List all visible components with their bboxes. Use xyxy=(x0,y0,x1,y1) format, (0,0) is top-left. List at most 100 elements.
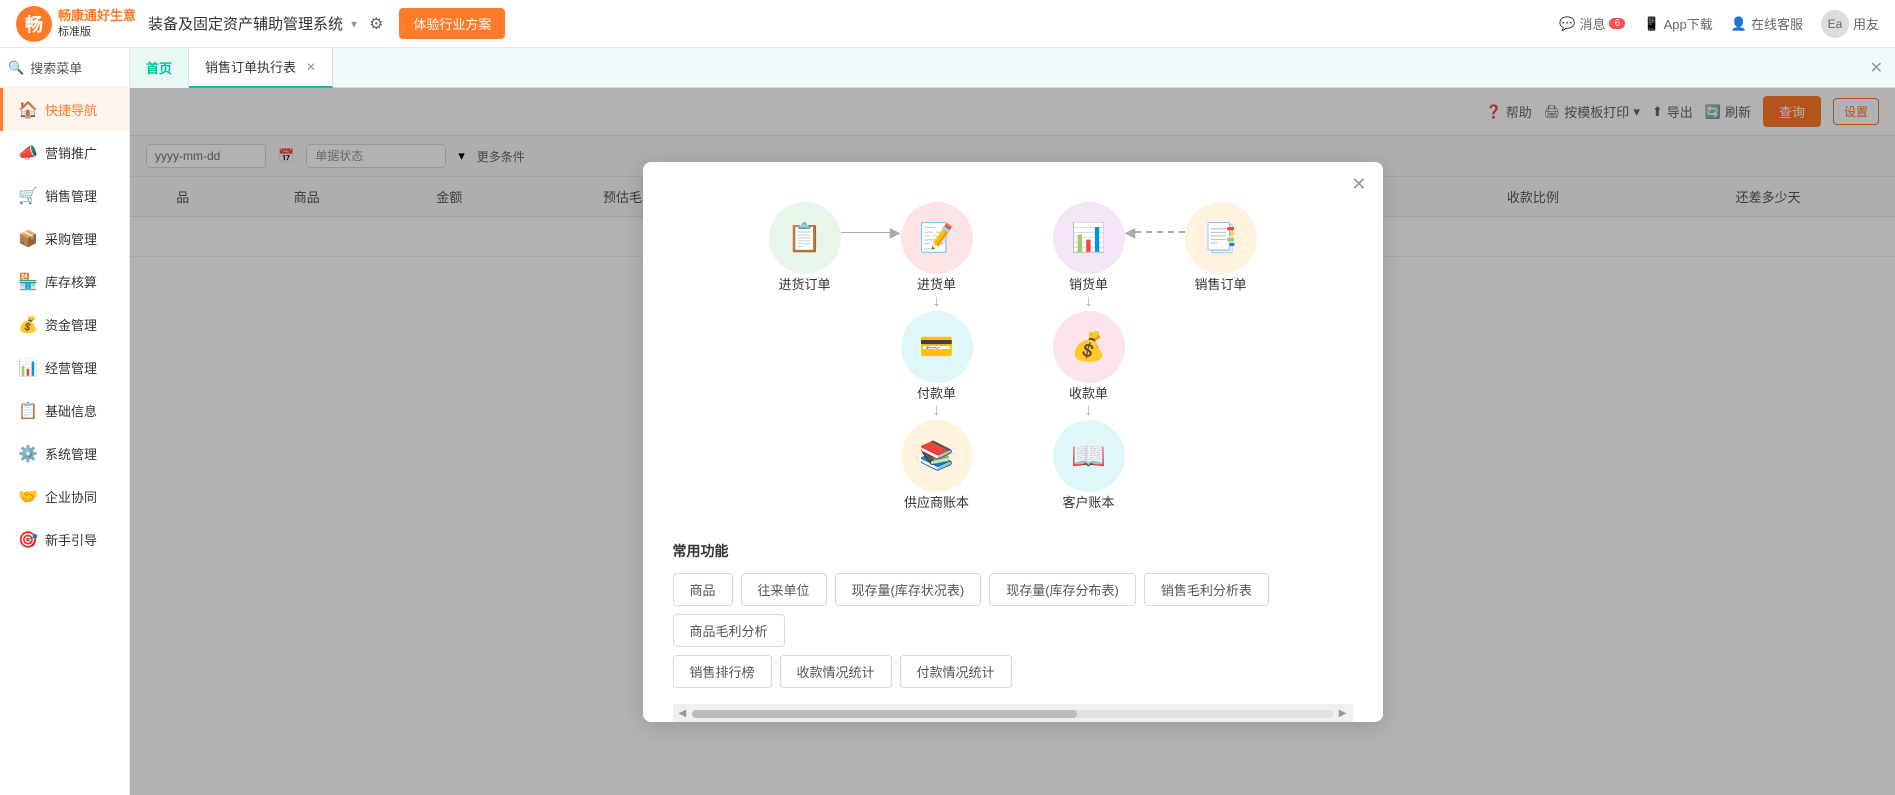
app-container: 畅 畅康通好生意 标准版 装备及固定资产辅助管理系统 ▾ ⚙ 体验行业方案 💬 … xyxy=(0,0,1895,795)
sidebar-item-guide[interactable]: 🎯 新手引导 xyxy=(0,518,129,561)
arrow-sb-so: ◀ xyxy=(1125,224,1185,241)
flow-node-receipt-bill[interactable]: 💰 收款单 xyxy=(1053,311,1125,402)
flow-node-sales-order[interactable]: 📑 销售订单 xyxy=(1185,202,1257,293)
flow-arrow-row-2: ↓ ↓ xyxy=(673,402,1353,420)
flow-row-1: 📋 进货订单 ▶ 📝 xyxy=(673,202,1353,293)
flow-node-purchase-bill[interactable]: 📝 进货单 xyxy=(901,202,973,293)
sidebar-item-system[interactable]: ⚙️ 系统管理 xyxy=(0,432,129,475)
func-btn-goods-profit[interactable]: 商品毛利分析 xyxy=(673,614,785,647)
content-body: ❓ 帮助 🖨 按模板打印 ▾ ⬆ 导出 xyxy=(130,88,1895,795)
purchase-bill-circle: 📝 xyxy=(901,202,973,274)
down-arrow-sb: ↓ xyxy=(1053,293,1125,311)
flow-node-purchase-order[interactable]: 📋 进货订单 xyxy=(769,202,841,293)
sales-bill-label: 销货单 xyxy=(1069,274,1108,293)
main-area: 🔍 搜索菜单 🏠 快捷导航 📣 营销推广 🛒 销售管理 📦 采购管理 🏪 xyxy=(0,48,1895,795)
sidebar-item-purchase[interactable]: 📦 采购管理 xyxy=(0,217,129,260)
down-arrow-pmt: ↓ xyxy=(901,402,973,420)
flow-node-supplier-ledger[interactable]: 📚 供应商账本 xyxy=(901,420,973,511)
finance-icon: 💰 xyxy=(19,316,37,334)
tab-sales-orders[interactable]: 销售订单执行表 ✕ xyxy=(189,48,333,88)
down-arrow-pb: ↓ xyxy=(901,293,973,311)
sidebar-item-label-marketing: 营销推广 xyxy=(45,143,97,162)
settings-icon[interactable]: ⚙ xyxy=(369,14,383,34)
sidebar-item-operation[interactable]: 📊 经营管理 xyxy=(0,346,129,389)
tab-close-icon[interactable]: ✕ xyxy=(306,60,316,74)
flow-node-customer-ledger[interactable]: 📖 客户账本 xyxy=(1053,420,1125,511)
sidebar-item-basic-info[interactable]: 📋 基础信息 xyxy=(0,389,129,432)
receipt-bill-circle: 💰 xyxy=(1053,311,1125,383)
message-item[interactable]: 💬 消息 6 xyxy=(1559,14,1625,33)
search-label: 搜索菜单 xyxy=(30,58,82,77)
basic-info-icon: 📋 xyxy=(19,402,37,420)
tab-home[interactable]: 首页 xyxy=(130,48,189,88)
sidebar-search[interactable]: 🔍 搜索菜单 xyxy=(0,48,129,88)
func-btn-goods[interactable]: 商品 xyxy=(673,573,733,606)
supplier-ledger-circle: 📚 xyxy=(901,420,973,492)
modal-scrollbar[interactable]: ◀ ▶ xyxy=(673,704,1353,722)
sidebar-item-label-enterprise: 企业协同 xyxy=(45,487,97,506)
system-dropdown-arrow[interactable]: ▾ xyxy=(351,17,357,31)
logo-icon: 畅 xyxy=(16,6,52,42)
scroll-right-arrow[interactable]: ▶ xyxy=(1339,708,1347,719)
message-badge: 6 xyxy=(1609,18,1625,29)
tab-sales-orders-label: 销售订单执行表 xyxy=(205,57,296,76)
func-btn-sales-profit[interactable]: 销售毛利分析表 xyxy=(1144,573,1269,606)
logo-text: 畅康通好生意 标准版 xyxy=(58,8,136,39)
sidebar-item-quick-nav[interactable]: 🏠 快捷导航 xyxy=(0,88,129,131)
func-btn-stock-dist[interactable]: 现存量(库存分布表) xyxy=(989,573,1136,606)
user-item[interactable]: Ea 用友 xyxy=(1821,10,1879,38)
top-right-area: 💬 消息 6 📱 App下载 👤 在线客服 Ea 用友 xyxy=(1559,10,1879,38)
sidebar-item-finance[interactable]: 💰 资金管理 xyxy=(0,303,129,346)
down-arrow-rcpt: ↓ xyxy=(1053,402,1125,420)
mobile-icon: 📱 xyxy=(1643,16,1659,32)
func-buttons-row1: 商品 往来单位 现存量(库存状况表) 现存量(库存分布表) 销售毛利分析表 商品… xyxy=(673,573,1353,647)
trial-button[interactable]: 体验行业方案 xyxy=(399,8,505,39)
func-btn-stock-status[interactable]: 现存量(库存状况表) xyxy=(835,573,982,606)
message-label: 消息 xyxy=(1579,14,1605,33)
sidebar-item-sales[interactable]: 🛒 销售管理 xyxy=(0,174,129,217)
inventory-icon: 🏪 xyxy=(19,273,37,291)
close-tab-area[interactable]: ✕ xyxy=(1858,58,1895,78)
sales-order-circle: 📑 xyxy=(1185,202,1257,274)
sidebar-item-enterprise[interactable]: 🤝 企业协同 xyxy=(0,475,129,518)
func-btn-sales-rank[interactable]: 销售排行榜 xyxy=(673,655,772,688)
sidebar-item-marketing[interactable]: 📣 营销推广 xyxy=(0,131,129,174)
func-btn-payment-stat[interactable]: 付款情况统计 xyxy=(900,655,1012,688)
sidebar-item-inventory[interactable]: 🏪 库存核算 xyxy=(0,260,129,303)
sidebar-item-label-operation: 经营管理 xyxy=(45,358,97,377)
func-btn-counterparty[interactable]: 往来单位 xyxy=(741,573,827,606)
purchase-bill-label: 进货单 xyxy=(917,274,956,293)
service-icon: 👤 xyxy=(1731,16,1747,32)
system-name: 装备及固定资产辅助管理系统 xyxy=(148,13,343,34)
modal-dialog: ✕ 📋 进货订单 xyxy=(643,162,1383,722)
sidebar-item-label-inventory: 库存核算 xyxy=(45,272,97,291)
app-download-item[interactable]: 📱 App下载 xyxy=(1643,14,1712,33)
scroll-left-arrow[interactable]: ◀ xyxy=(679,708,687,719)
payment-bill-circle: 💳 xyxy=(901,311,973,383)
user-name-label: 用友 xyxy=(1853,14,1879,33)
sales-icon: 🛒 xyxy=(19,187,37,205)
tab-bar: 首页 销售订单执行表 ✕ ✕ xyxy=(130,48,1895,88)
online-service-item[interactable]: 👤 在线客服 xyxy=(1731,14,1803,33)
scroll-thumb xyxy=(692,710,1076,718)
sidebar-item-label-quick-nav: 快捷导航 xyxy=(45,100,97,119)
flow-node-sales-bill[interactable]: 📊 销货单 xyxy=(1053,202,1125,293)
payment-bill-label: 付款单 xyxy=(917,383,956,402)
flow-arrow-row: ↓ ↓ xyxy=(673,293,1353,311)
online-service-label: 在线客服 xyxy=(1751,14,1803,33)
func-btn-receipt-stat[interactable]: 收款情况统计 xyxy=(780,655,892,688)
flow-node-payment-bill[interactable]: 💳 付款单 xyxy=(901,311,973,402)
system-icon: ⚙️ xyxy=(19,445,37,463)
modal-close-button[interactable]: ✕ xyxy=(1351,174,1366,195)
common-functions-area: 常用功能 商品 往来单位 现存量(库存状况表) 现存量(库存分布表) 销售毛利分… xyxy=(673,541,1353,688)
modal-overlay[interactable]: ✕ 📋 进货订单 xyxy=(130,88,1895,795)
sidebar-item-label-guide: 新手引导 xyxy=(45,530,97,549)
quick-nav-icon: 🏠 xyxy=(19,101,37,119)
purchase-icon: 📦 xyxy=(19,230,37,248)
content-area: 首页 销售订单执行表 ✕ ✕ ❓ 帮助 xyxy=(130,48,1895,795)
tab-home-label: 首页 xyxy=(146,58,172,77)
sidebar-item-label-sales: 销售管理 xyxy=(45,186,97,205)
sidebar-item-label-basic-info: 基础信息 xyxy=(45,401,97,420)
sales-order-label: 销售订单 xyxy=(1194,274,1246,293)
receipt-bill-label: 收款单 xyxy=(1069,383,1108,402)
